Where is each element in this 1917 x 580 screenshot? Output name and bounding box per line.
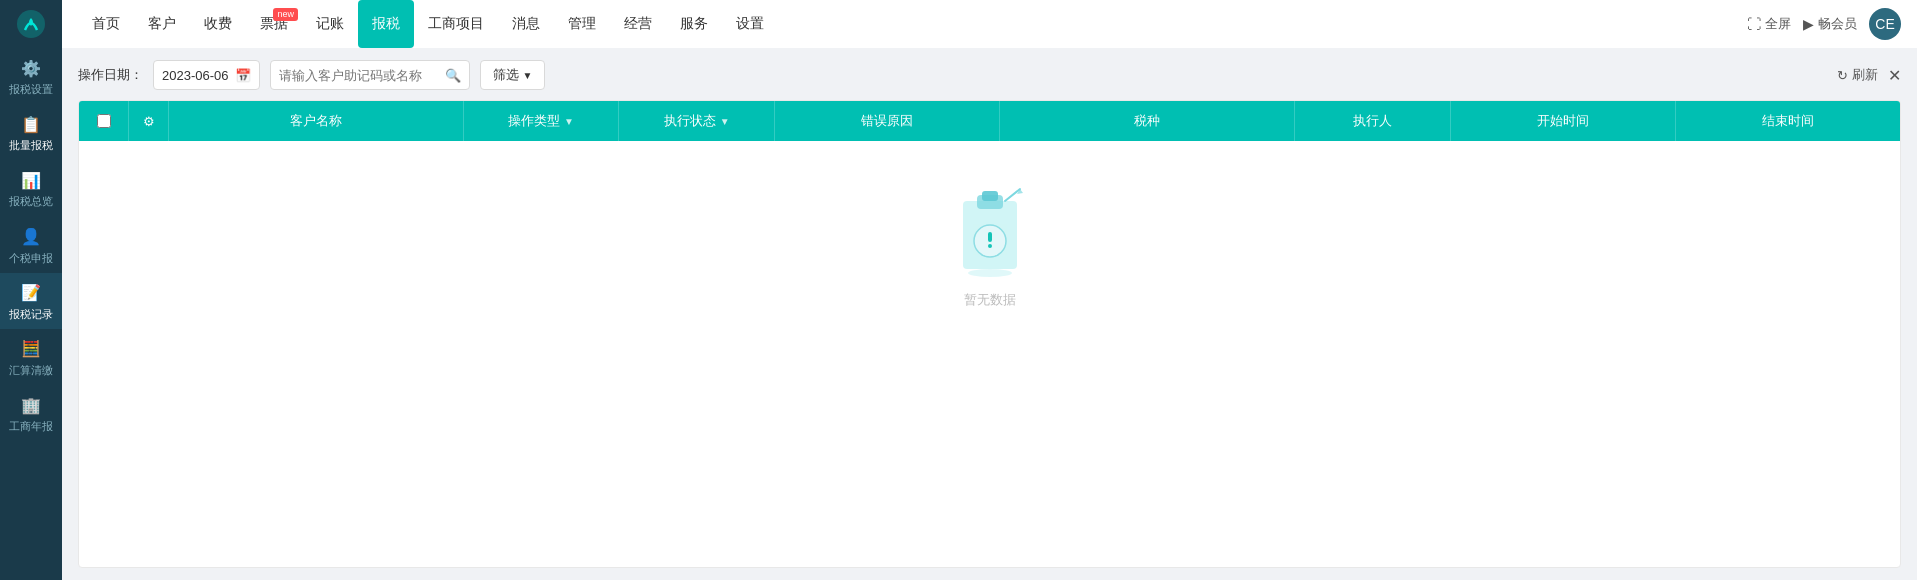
search-box[interactable]: 🔍 (270, 60, 470, 90)
select-all-checkbox[interactable] (97, 114, 111, 128)
table-header: ⚙ 客户名称 操作类型 ▼ 执行状态 ▼ 错误原因 (79, 101, 1900, 141)
nav-customer[interactable]: 客户 (134, 0, 190, 48)
batch-tax-icon: 📋 (19, 112, 43, 136)
th-start-time: 开始时间 (1451, 101, 1676, 141)
personal-tax-icon: 👤 (19, 225, 43, 249)
filter-label: 筛选 (493, 66, 519, 84)
nav-baoshui[interactable]: 报税 (358, 0, 414, 48)
th-type: 操作类型 ▼ (464, 101, 620, 141)
table-container: ⚙ 客户名称 操作类型 ▼ 执行状态 ▼ 错误原因 (78, 100, 1901, 568)
video-icon: ▶ (1803, 16, 1814, 32)
th-status: 执行状态 ▼ (619, 101, 775, 141)
annual-report-icon: 🏢 (19, 393, 43, 417)
fullscreen-icon: ⛶ (1747, 16, 1761, 32)
settlement-icon: 🧮 (19, 337, 43, 361)
content-area: 操作日期： 2023-06-06 📅 🔍 筛选 ▼ ↻ 刷新 (62, 48, 1917, 580)
sidebar-logo (0, 0, 62, 48)
nav-home[interactable]: 首页 (78, 0, 134, 48)
nav-piao[interactable]: 票据 new (246, 0, 302, 48)
th-error: 错误原因 (775, 101, 1000, 141)
avatar[interactable]: CE (1869, 8, 1901, 40)
svg-rect-3 (982, 191, 998, 201)
top-nav: 首页 客户 收费 票据 new 记账 报税 工商项目 消息 管理 经营 (62, 0, 1917, 48)
main-area: 首页 客户 收费 票据 new 记账 报税 工商项目 消息 管理 经营 (62, 0, 1917, 580)
sidebar-item-geshuishenbao[interactable]: 👤 个税申报 (0, 217, 62, 273)
nav-shezhi[interactable]: 设置 (722, 0, 778, 48)
new-badge: new (273, 8, 298, 21)
nav-guanli[interactable]: 管理 (554, 0, 610, 48)
sort-type-icon: ▼ (564, 116, 574, 127)
close-button[interactable]: ✕ (1888, 66, 1901, 85)
sidebar: ⚙️ 报税设置 📋 批量报税 📊 报税总览 👤 个税申报 📝 报税记录 🧮 汇算… (0, 0, 62, 580)
th-name: 客户名称 (169, 101, 464, 141)
sidebar-item-baoshuishezhi[interactable]: ⚙️ 报税设置 (0, 48, 62, 104)
th-end-time: 结束时间 (1676, 101, 1900, 141)
svg-point-9 (968, 269, 1012, 277)
nav-right: ⛶ 全屏 ▶ 畅会员 CE (1747, 8, 1901, 40)
date-label: 操作日期： (78, 66, 143, 84)
svg-line-7 (1005, 189, 1020, 201)
fullscreen-button[interactable]: ⛶ 全屏 (1747, 15, 1791, 33)
page-content: 操作日期： 2023-06-06 📅 🔍 筛选 ▼ ↻ 刷新 (62, 48, 1917, 580)
th-tax: 税种 (1000, 101, 1295, 141)
column-settings-icon: ⚙ (143, 114, 155, 129)
th-settings[interactable]: ⚙ (129, 101, 169, 141)
toolbar-right: ↻ 刷新 ✕ (1837, 66, 1901, 85)
toolbar: 操作日期： 2023-06-06 📅 🔍 筛选 ▼ ↻ 刷新 (78, 60, 1901, 90)
sort-status-icon: ▼ (720, 116, 730, 127)
tax-record-icon: 📝 (19, 281, 43, 305)
svg-point-6 (988, 244, 992, 248)
th-executor: 执行人 (1295, 101, 1451, 141)
sidebar-item-baoshuijilu[interactable]: 📝 报税记录 (0, 273, 62, 329)
nav-jingying[interactable]: 经营 (610, 0, 666, 48)
search-icon: 🔍 (445, 68, 461, 83)
chevron-down-icon: ▼ (523, 70, 533, 81)
sidebar-item-gongshangnianbao[interactable]: 🏢 工商年报 (0, 385, 62, 441)
search-input[interactable] (279, 68, 439, 83)
refresh-icon: ↻ (1837, 68, 1848, 83)
nav-gongshangxiangmu[interactable]: 工商项目 (414, 0, 498, 48)
empty-illustration (945, 181, 1035, 281)
nav-xiaoxi[interactable]: 消息 (498, 0, 554, 48)
sidebar-item-huisuanqingse[interactable]: 🧮 汇算清缴 (0, 329, 62, 385)
nav-shoufei[interactable]: 收费 (190, 0, 246, 48)
filter-button[interactable]: 筛选 ▼ (480, 60, 546, 90)
settings-icon: ⚙️ (19, 56, 43, 80)
calendar-icon: 📅 (235, 68, 251, 83)
sidebar-item-baoshuizonglan[interactable]: 📊 报税总览 (0, 160, 62, 216)
sidebar-item-piliangshuishu[interactable]: 📋 批量报税 (0, 104, 62, 160)
table-body: 暂无数据 (79, 141, 1900, 441)
nav-jizhu[interactable]: 记账 (302, 0, 358, 48)
overview-icon: 📊 (19, 168, 43, 192)
empty-text: 暂无数据 (964, 291, 1016, 309)
svg-rect-5 (988, 232, 992, 242)
date-value: 2023-06-06 (162, 68, 229, 83)
refresh-button[interactable]: ↻ 刷新 (1837, 66, 1878, 84)
date-input[interactable]: 2023-06-06 📅 (153, 60, 260, 90)
close-icon: ✕ (1888, 66, 1901, 85)
member-button[interactable]: ▶ 畅会员 (1803, 15, 1857, 33)
th-check[interactable] (79, 101, 129, 141)
nav-fuwu[interactable]: 服务 (666, 0, 722, 48)
empty-state: 暂无数据 (79, 141, 1900, 349)
